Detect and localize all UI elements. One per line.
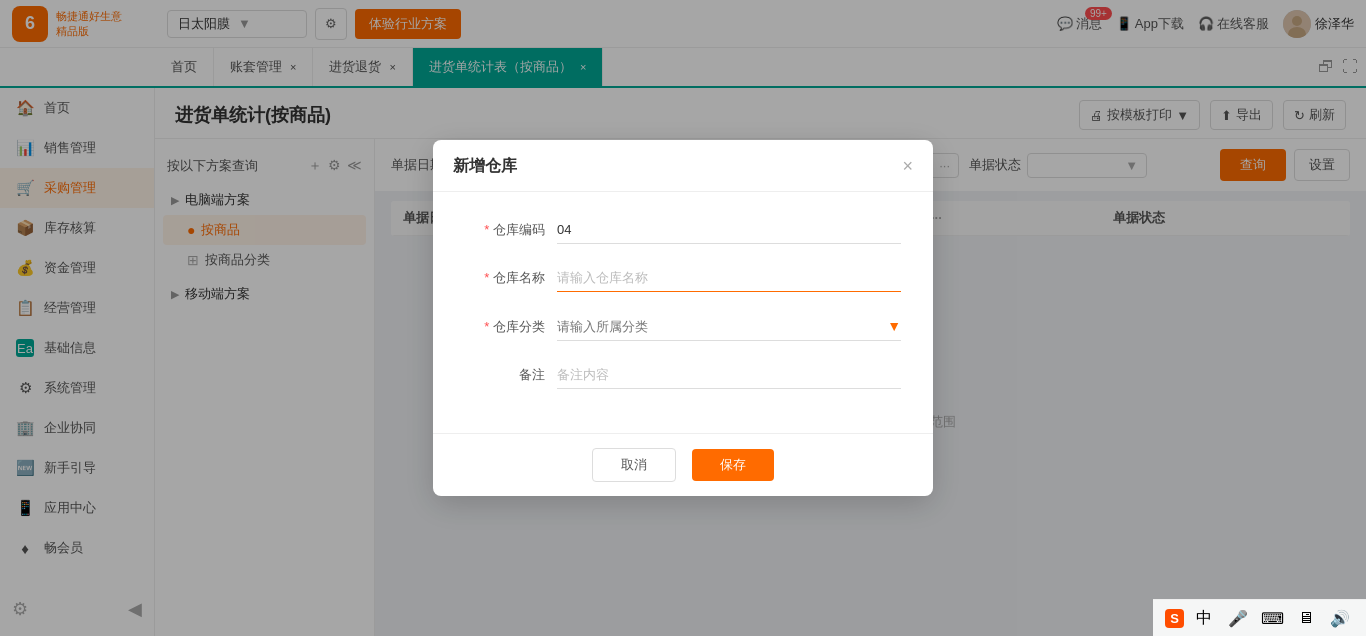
category-dropdown-arrow: ▼ <box>887 318 901 334</box>
bottom-bar: S 中 🎤 ⌨ 🖥 🔊 <box>1153 599 1366 636</box>
s-logo: S <box>1165 609 1184 628</box>
add-warehouse-modal: 新增仓库 × 仓库编码 仓库名称 仓库分类 ▼ 备注 <box>433 140 933 496</box>
warehouse-name-input[interactable] <box>557 264 901 292</box>
modal-close-button[interactable]: × <box>902 156 913 177</box>
cancel-button[interactable]: 取消 <box>592 448 676 482</box>
keyboard-icon[interactable]: ⌨ <box>1258 604 1286 632</box>
warehouse-code-label: 仓库编码 <box>465 221 545 239</box>
warehouse-category-input[interactable] <box>557 319 887 334</box>
monitor-icon[interactable]: 🖥 <box>1292 604 1320 632</box>
warehouse-category-select[interactable]: ▼ <box>557 312 901 341</box>
save-button[interactable]: 保存 <box>692 449 774 481</box>
modal-body: 仓库编码 仓库名称 仓库分类 ▼ 备注 <box>433 192 933 433</box>
warehouse-name-row: 仓库名称 <box>465 264 901 292</box>
warehouse-category-label: 仓库分类 <box>465 318 545 336</box>
warehouse-code-row: 仓库编码 <box>465 216 901 244</box>
warehouse-note-label: 备注 <box>465 366 545 384</box>
volume-icon[interactable]: 🔊 <box>1326 604 1354 632</box>
modal-footer: 取消 保存 <box>433 433 933 496</box>
warehouse-code-input[interactable] <box>557 216 901 244</box>
modal-title: 新增仓库 <box>453 156 517 177</box>
warehouse-note-input[interactable] <box>557 361 901 389</box>
microphone-icon[interactable]: 🎤 <box>1224 604 1252 632</box>
chinese-input-icon[interactable]: 中 <box>1190 604 1218 632</box>
warehouse-name-label: 仓库名称 <box>465 269 545 287</box>
warehouse-note-row: 备注 <box>465 361 901 389</box>
warehouse-category-row: 仓库分类 ▼ <box>465 312 901 341</box>
modal-header: 新增仓库 × <box>433 140 933 192</box>
modal-overlay[interactable]: 新增仓库 × 仓库编码 仓库名称 仓库分类 ▼ 备注 <box>0 0 1366 636</box>
